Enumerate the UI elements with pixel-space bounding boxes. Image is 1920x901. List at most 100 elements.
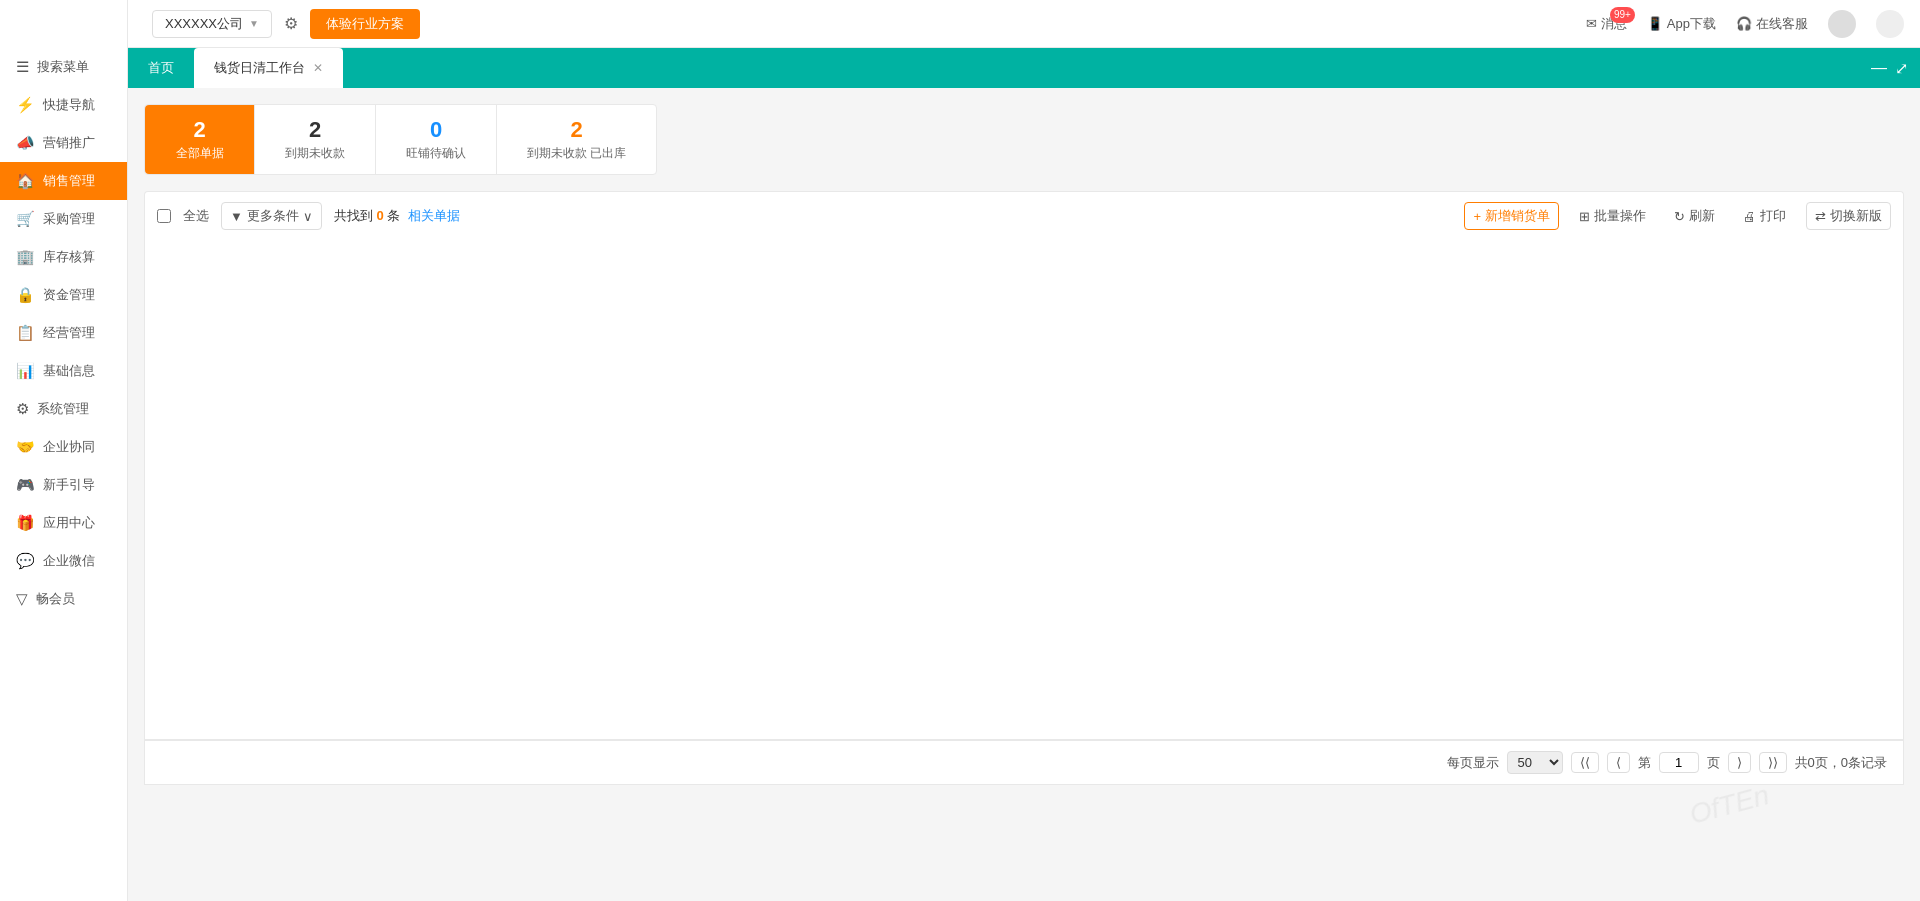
sidebar-label-9: 系统管理 bbox=[37, 400, 89, 418]
refresh-label: 刷新 bbox=[1689, 207, 1715, 225]
sidebar-label-12: 应用中心 bbox=[43, 514, 95, 532]
sidebar-item-0[interactable]: ☰搜索菜单 bbox=[0, 48, 127, 86]
card-all-num: 2 bbox=[175, 117, 224, 143]
sidebar-label-7: 经营管理 bbox=[43, 324, 95, 342]
sidebar-label-5: 库存核算 bbox=[43, 248, 95, 266]
header-right: ✉ 消息 99+ 📱 App下载 🎧 在线客服 bbox=[1586, 10, 1904, 38]
tab-workspace-label: 钱货日清工作台 bbox=[214, 59, 305, 77]
sidebar-icon-9: ⚙ bbox=[16, 400, 29, 418]
sidebar-item-12[interactable]: 🎁应用中心 bbox=[0, 504, 127, 542]
tab-home-label: 首页 bbox=[148, 59, 174, 77]
sidebar-item-8[interactable]: 📊 基础信息 bbox=[0, 352, 127, 390]
per-page-select[interactable]: 50 10 20 100 bbox=[1507, 751, 1563, 774]
service-icon: 🎧 bbox=[1736, 16, 1752, 31]
summary-cards: 2 全部单据 2 到期未收款 0 旺铺待确认 2 到期未收款 已出库 bbox=[144, 104, 657, 175]
messages-item[interactable]: ✉ 消息 99+ bbox=[1586, 15, 1627, 33]
sidebar-item-7[interactable]: 📋经营管理 bbox=[0, 314, 127, 352]
app-download-label: App下载 bbox=[1667, 15, 1716, 33]
minimize-icon[interactable]: — bbox=[1871, 59, 1887, 77]
page-suffix: 页 bbox=[1707, 754, 1720, 772]
card-overdue-label: 到期未收款 bbox=[285, 145, 345, 162]
sidebar-label-11: 新手引导 bbox=[43, 476, 95, 494]
switch-label: 切换新版 bbox=[1830, 207, 1882, 225]
sidebar-label-3: 销售管理 bbox=[43, 172, 95, 190]
sidebar-label-1: 快捷导航 bbox=[43, 96, 95, 114]
found-unit: 条 bbox=[387, 208, 400, 223]
online-service-item[interactable]: 🎧 在线客服 bbox=[1736, 15, 1808, 33]
card-all[interactable]: 2 全部单据 bbox=[145, 105, 255, 174]
sidebar-item-4[interactable]: 🛒采购管理 bbox=[0, 200, 127, 238]
sidebar-item-2[interactable]: 📣 营销推广 bbox=[0, 124, 127, 162]
card-overdue[interactable]: 2 到期未收款 bbox=[255, 105, 376, 174]
found-count: 0 bbox=[377, 208, 384, 223]
settings-icon[interactable]: ⚙ bbox=[284, 14, 298, 33]
next-page-btn[interactable]: ⟩ bbox=[1728, 752, 1751, 773]
card-shipped[interactable]: 2 到期未收款 已出库 bbox=[497, 105, 656, 174]
sidebar-label-13: 企业微信 bbox=[43, 552, 95, 570]
toolbar-left: 全选 ▼ 更多条件 ∨ 共找到 0 条 相关单据 bbox=[157, 202, 460, 230]
trial-button[interactable]: 体验行业方案 bbox=[310, 9, 420, 39]
found-link[interactable]: 相关单据 bbox=[408, 208, 460, 223]
tab-home[interactable]: 首页 bbox=[128, 48, 194, 88]
sidebar-item-9[interactable]: ⚙ 系统管理 bbox=[0, 390, 127, 428]
sidebar-icon-3: 🏠 bbox=[16, 172, 35, 190]
main-content: 2 全部单据 2 到期未收款 0 旺铺待确认 2 到期未收款 已出库 全选 ▼ … bbox=[128, 88, 1920, 901]
sidebar-item-11[interactable]: 🎮 新手引导 bbox=[0, 466, 127, 504]
sidebar-label-4: 采购管理 bbox=[43, 210, 95, 228]
card-wangpu[interactable]: 0 旺铺待确认 bbox=[376, 105, 497, 174]
tab-close-icon[interactable]: ✕ bbox=[313, 61, 323, 75]
sidebar-item-14[interactable]: ▽畅会员 bbox=[0, 580, 127, 618]
pagination: 每页显示 50 10 20 100 ⟨⟨ ⟨ 第 页 ⟩ ⟩⟩ 共0页，0条记录 bbox=[144, 740, 1904, 785]
batch-icon: ⊞ bbox=[1579, 209, 1590, 224]
filter-icon: ▼ bbox=[230, 209, 243, 224]
card-wangpu-num: 0 bbox=[406, 117, 466, 143]
batch-btn[interactable]: ⊞ 批量操作 bbox=[1571, 203, 1654, 229]
tab-workspace[interactable]: 钱货日清工作台 ✕ bbox=[194, 48, 343, 88]
prev-page-btn[interactable]: ⟨ bbox=[1607, 752, 1630, 773]
card-shipped-label: 到期未收款 已出库 bbox=[527, 145, 626, 162]
add-order-btn[interactable]: + 新增销货单 bbox=[1464, 202, 1559, 230]
sidebar-icon-8: 📊 bbox=[16, 362, 35, 380]
sidebar-label-14: 畅会员 bbox=[36, 590, 75, 608]
avatar[interactable] bbox=[1828, 10, 1856, 38]
card-overdue-num: 2 bbox=[285, 117, 345, 143]
more-filters-btn[interactable]: ▼ 更多条件 ∨ bbox=[221, 202, 322, 230]
sidebar-item-5[interactable]: 🏢库存核算 bbox=[0, 238, 127, 276]
more-filters-label: 更多条件 bbox=[247, 207, 299, 225]
chevron-down-icon: ▼ bbox=[249, 18, 259, 29]
app-download-item[interactable]: 📱 App下载 bbox=[1647, 15, 1716, 33]
select-all-label: 全选 bbox=[183, 207, 209, 225]
sidebar-item-6[interactable]: 🔒资金管理 bbox=[0, 276, 127, 314]
sidebar-item-3[interactable]: 🏠 销售管理 bbox=[0, 162, 127, 200]
sidebar-item-13[interactable]: 💬企业微信 bbox=[0, 542, 127, 580]
card-shipped-num: 2 bbox=[527, 117, 626, 143]
sidebar-label-6: 资金管理 bbox=[43, 286, 95, 304]
print-btn[interactable]: 🖨 打印 bbox=[1735, 203, 1794, 229]
total-info: 共0页，0条记录 bbox=[1795, 754, 1887, 772]
select-all-checkbox[interactable] bbox=[157, 209, 171, 223]
sidebar-item-1[interactable]: ⚡ 快捷导航 bbox=[0, 86, 127, 124]
switch-btn[interactable]: ⇄ 切换新版 bbox=[1806, 202, 1891, 230]
last-page-btn[interactable]: ⟩⟩ bbox=[1759, 752, 1787, 773]
first-page-btn[interactable]: ⟨⟨ bbox=[1571, 752, 1599, 773]
sidebar-icon-2: 📣 bbox=[16, 134, 35, 152]
sidebar-icon-1: ⚡ bbox=[16, 96, 35, 114]
found-text: 共找到 0 条 相关单据 bbox=[334, 207, 460, 225]
sidebar-icon-11: 🎮 bbox=[16, 476, 35, 494]
refresh-icon: ↻ bbox=[1674, 209, 1685, 224]
sidebar-label-2: 营销推广 bbox=[43, 134, 95, 152]
card-all-label: 全部单据 bbox=[175, 145, 224, 162]
download-icon: 📱 bbox=[1647, 16, 1663, 31]
company-selector[interactable]: XXXXXX公司 ▼ bbox=[152, 10, 272, 38]
refresh-btn[interactable]: ↻ 刷新 bbox=[1666, 203, 1723, 229]
sidebar-label-10: 企业协同 bbox=[43, 438, 95, 456]
expand-icon[interactable]: ⤢ bbox=[1895, 59, 1908, 78]
plus-icon: + bbox=[1473, 209, 1481, 224]
sidebar-item-10[interactable]: 🤝企业协同 bbox=[0, 428, 127, 466]
found-prefix: 共找到 bbox=[334, 208, 373, 223]
sidebar-label-8: 基础信息 bbox=[43, 362, 95, 380]
page-input[interactable] bbox=[1659, 752, 1699, 773]
print-icon: 🖨 bbox=[1743, 209, 1756, 224]
page-prefix: 第 bbox=[1638, 754, 1651, 772]
nav-tabs: 首页 钱货日清工作台 ✕ — ⤢ bbox=[128, 48, 1920, 88]
